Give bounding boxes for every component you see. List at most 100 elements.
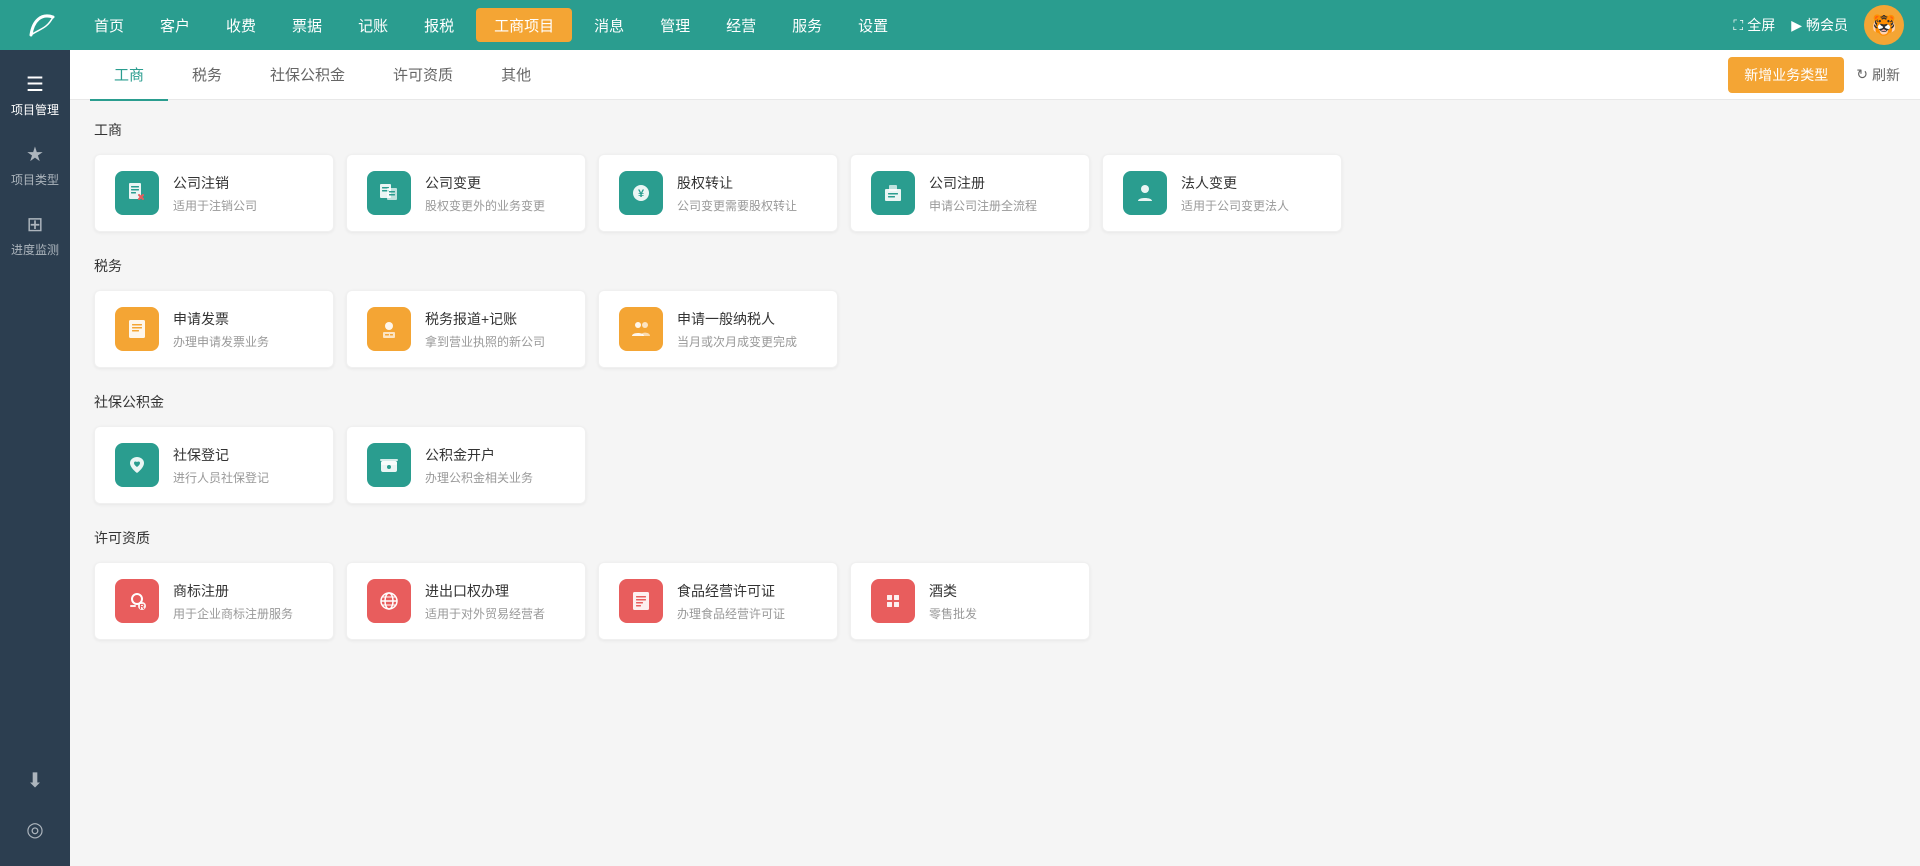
svg-text:R: R — [139, 604, 144, 611]
card-desc: 股权变更外的业务变更 — [425, 197, 545, 214]
nav-client[interactable]: 客户 — [142, 0, 208, 50]
sidebar-item-project-type[interactable]: ★ 项目类型 — [0, 130, 70, 200]
progress-icon: ⊞ — [27, 212, 44, 237]
section-title-gongshang: 工商 — [94, 120, 1896, 140]
nav-tax[interactable]: 报税 — [406, 0, 472, 50]
refresh-label: 刷新 — [1872, 65, 1900, 85]
sidebar-item-label: 项目类型 — [11, 171, 59, 188]
fullscreen-button[interactable]: ⛶ 全屏 — [1733, 15, 1775, 35]
nav-home[interactable]: 首页 — [76, 0, 142, 50]
equity-transfer-icon: ¥ — [619, 171, 663, 215]
nav-settings[interactable]: 设置 — [840, 0, 906, 50]
card-equity-transfer[interactable]: ¥ 股权转让 公司变更需要股权转让 — [598, 154, 838, 232]
sidebar: ☰ 项目管理 ★ 项目类型 ⊞ 进度监测 ⬇ ◎ — [0, 50, 70, 866]
tabs-actions: 新增业务类型 ↻ 刷新 — [1728, 57, 1900, 93]
section-permit: 许可资质 R 商标注册 用于企业商标注册服务 — [94, 528, 1896, 640]
nav-right: ⛶ 全屏 ▶ 畅会员 🐯 — [1733, 5, 1904, 45]
nav-ticket[interactable]: 票据 — [274, 0, 340, 50]
company-change-icon — [367, 171, 411, 215]
card-title: 税务报道+记账 — [425, 309, 545, 329]
card-general-taxpayer[interactable]: 申请一般纳税人 当月或次月成变更完成 — [598, 290, 838, 368]
card-title: 公积金开户 — [425, 445, 533, 465]
cards-grid-tax: 申请发票 办理申请发票业务 税务报道+记账 拿到营业执照的新公司 — [94, 290, 1896, 368]
project-type-icon: ★ — [26, 142, 44, 167]
sidebar-item-label: 进度监测 — [11, 241, 59, 258]
card-social-insurance[interactable]: 社保登记 进行人员社保登记 — [94, 426, 334, 504]
card-desc: 申请公司注册全流程 — [929, 197, 1037, 214]
card-text: 社保登记 进行人员社保登记 — [173, 445, 269, 486]
card-legal-change[interactable]: 法人变更 适用于公司变更法人 — [1102, 154, 1342, 232]
card-title: 酒类 — [929, 581, 977, 601]
tabs-list: 工商 税务 社保公积金 许可资质 其他 — [90, 50, 555, 100]
card-tax-report[interactable]: 税务报道+记账 拿到营业执照的新公司 — [346, 290, 586, 368]
nav-manage[interactable]: 管理 — [642, 0, 708, 50]
food-permit-icon — [619, 579, 663, 623]
logo — [16, 9, 66, 41]
sidebar-download-icon[interactable]: ⬇ — [19, 760, 52, 801]
nav-menu: 首页 客户 收费 票据 记账 报税 工商项目 消息 管理 经营 服务 设置 — [76, 0, 1733, 50]
card-text: 公司变更 股权变更外的业务变更 — [425, 173, 545, 214]
legal-change-icon — [1123, 171, 1167, 215]
card-text: 公积金开户 办理公积金相关业务 — [425, 445, 533, 486]
card-desc: 办理食品经营许可证 — [677, 605, 785, 622]
card-text: 税务报道+记账 拿到营业执照的新公司 — [425, 309, 545, 350]
card-title: 股权转让 — [677, 173, 797, 193]
mascot-avatar[interactable]: 🐯 — [1864, 5, 1904, 45]
card-invoice-apply[interactable]: 申请发票 办理申请发票业务 — [94, 290, 334, 368]
card-title: 公司注册 — [929, 173, 1037, 193]
card-desc: 办理公积金相关业务 — [425, 469, 533, 486]
tab-social-security[interactable]: 社保公积金 — [246, 51, 369, 101]
card-company-register[interactable]: 公司注册 申请公司注册全流程 — [850, 154, 1090, 232]
nav-charge[interactable]: 收费 — [208, 0, 274, 50]
card-import-export[interactable]: 进出口权办理 适用于对外贸易经营者 — [346, 562, 586, 640]
card-text: 酒类 零售批发 — [929, 581, 977, 622]
tab-other[interactable]: 其他 — [477, 51, 555, 101]
card-company-change[interactable]: 公司变更 股权变更外的业务变更 — [346, 154, 586, 232]
add-business-type-button[interactable]: 新增业务类型 — [1728, 57, 1844, 93]
section-gongshang: 工商 公司注销 适用于注销公司 — [94, 120, 1896, 232]
card-desc: 办理申请发票业务 — [173, 333, 269, 350]
tab-permit[interactable]: 许可资质 — [369, 51, 477, 101]
nav-service[interactable]: 服务 — [774, 0, 840, 50]
invoice-apply-icon — [115, 307, 159, 351]
card-desc: 用于企业商标注册服务 — [173, 605, 293, 622]
card-alcohol[interactable]: 酒类 零售批发 — [850, 562, 1090, 640]
sidebar-item-label: 项目管理 — [11, 101, 59, 118]
card-provident-fund[interactable]: 公积金开户 办理公积金相关业务 — [346, 426, 586, 504]
nav-operation[interactable]: 经营 — [708, 0, 774, 50]
vip-label: 畅会员 — [1806, 15, 1848, 35]
section-tax: 税务 申请发票 办理申请发票业务 — [94, 256, 1896, 368]
content-area: 工商 税务 社保公积金 许可资质 其他 新增业务类型 ↻ 刷新 工商 — [70, 50, 1920, 866]
card-text: 进出口权办理 适用于对外贸易经营者 — [425, 581, 545, 622]
card-title: 法人变更 — [1181, 173, 1289, 193]
section-title-permit: 许可资质 — [94, 528, 1896, 548]
general-taxpayer-icon — [619, 307, 663, 351]
card-text: 商标注册 用于企业商标注册服务 — [173, 581, 293, 622]
sidebar-settings-icon[interactable]: ◎ — [18, 809, 51, 850]
tab-business[interactable]: 工商 — [90, 51, 168, 101]
card-title: 申请发票 — [173, 309, 269, 329]
provident-fund-icon — [367, 443, 411, 487]
card-text: 申请发票 办理申请发票业务 — [173, 309, 269, 350]
card-desc: 适用于公司变更法人 — [1181, 197, 1289, 214]
sidebar-item-project-manage[interactable]: ☰ 项目管理 — [0, 60, 70, 130]
card-desc: 当月或次月成变更完成 — [677, 333, 797, 350]
refresh-button[interactable]: ↻ 刷新 — [1856, 65, 1900, 85]
card-title: 商标注册 — [173, 581, 293, 601]
section-social-security: 社保公积金 社保登记 进行人员社保登记 — [94, 392, 1896, 504]
card-text: 股权转让 公司变更需要股权转让 — [677, 173, 797, 214]
card-trademark[interactable]: R 商标注册 用于企业商标注册服务 — [94, 562, 334, 640]
sidebar-item-progress[interactable]: ⊞ 进度监测 — [0, 200, 70, 270]
nav-message[interactable]: 消息 — [576, 0, 642, 50]
card-desc: 零售批发 — [929, 605, 977, 622]
main-layout: ☰ 项目管理 ★ 项目类型 ⊞ 进度监测 ⬇ ◎ 工商 税务 社保公积金 许可资… — [0, 50, 1920, 866]
card-text: 法人变更 适用于公司变更法人 — [1181, 173, 1289, 214]
nav-accounting[interactable]: 记账 — [340, 0, 406, 50]
tab-tax[interactable]: 税务 — [168, 51, 246, 101]
card-company-cancel[interactable]: 公司注销 适用于注销公司 — [94, 154, 334, 232]
nav-business[interactable]: 工商项目 — [476, 8, 572, 42]
svg-text:¥: ¥ — [638, 188, 645, 200]
card-desc: 适用于注销公司 — [173, 197, 257, 214]
card-food-permit[interactable]: 食品经营许可证 办理食品经营许可证 — [598, 562, 838, 640]
vip-button[interactable]: ▶ 畅会员 — [1791, 15, 1848, 35]
